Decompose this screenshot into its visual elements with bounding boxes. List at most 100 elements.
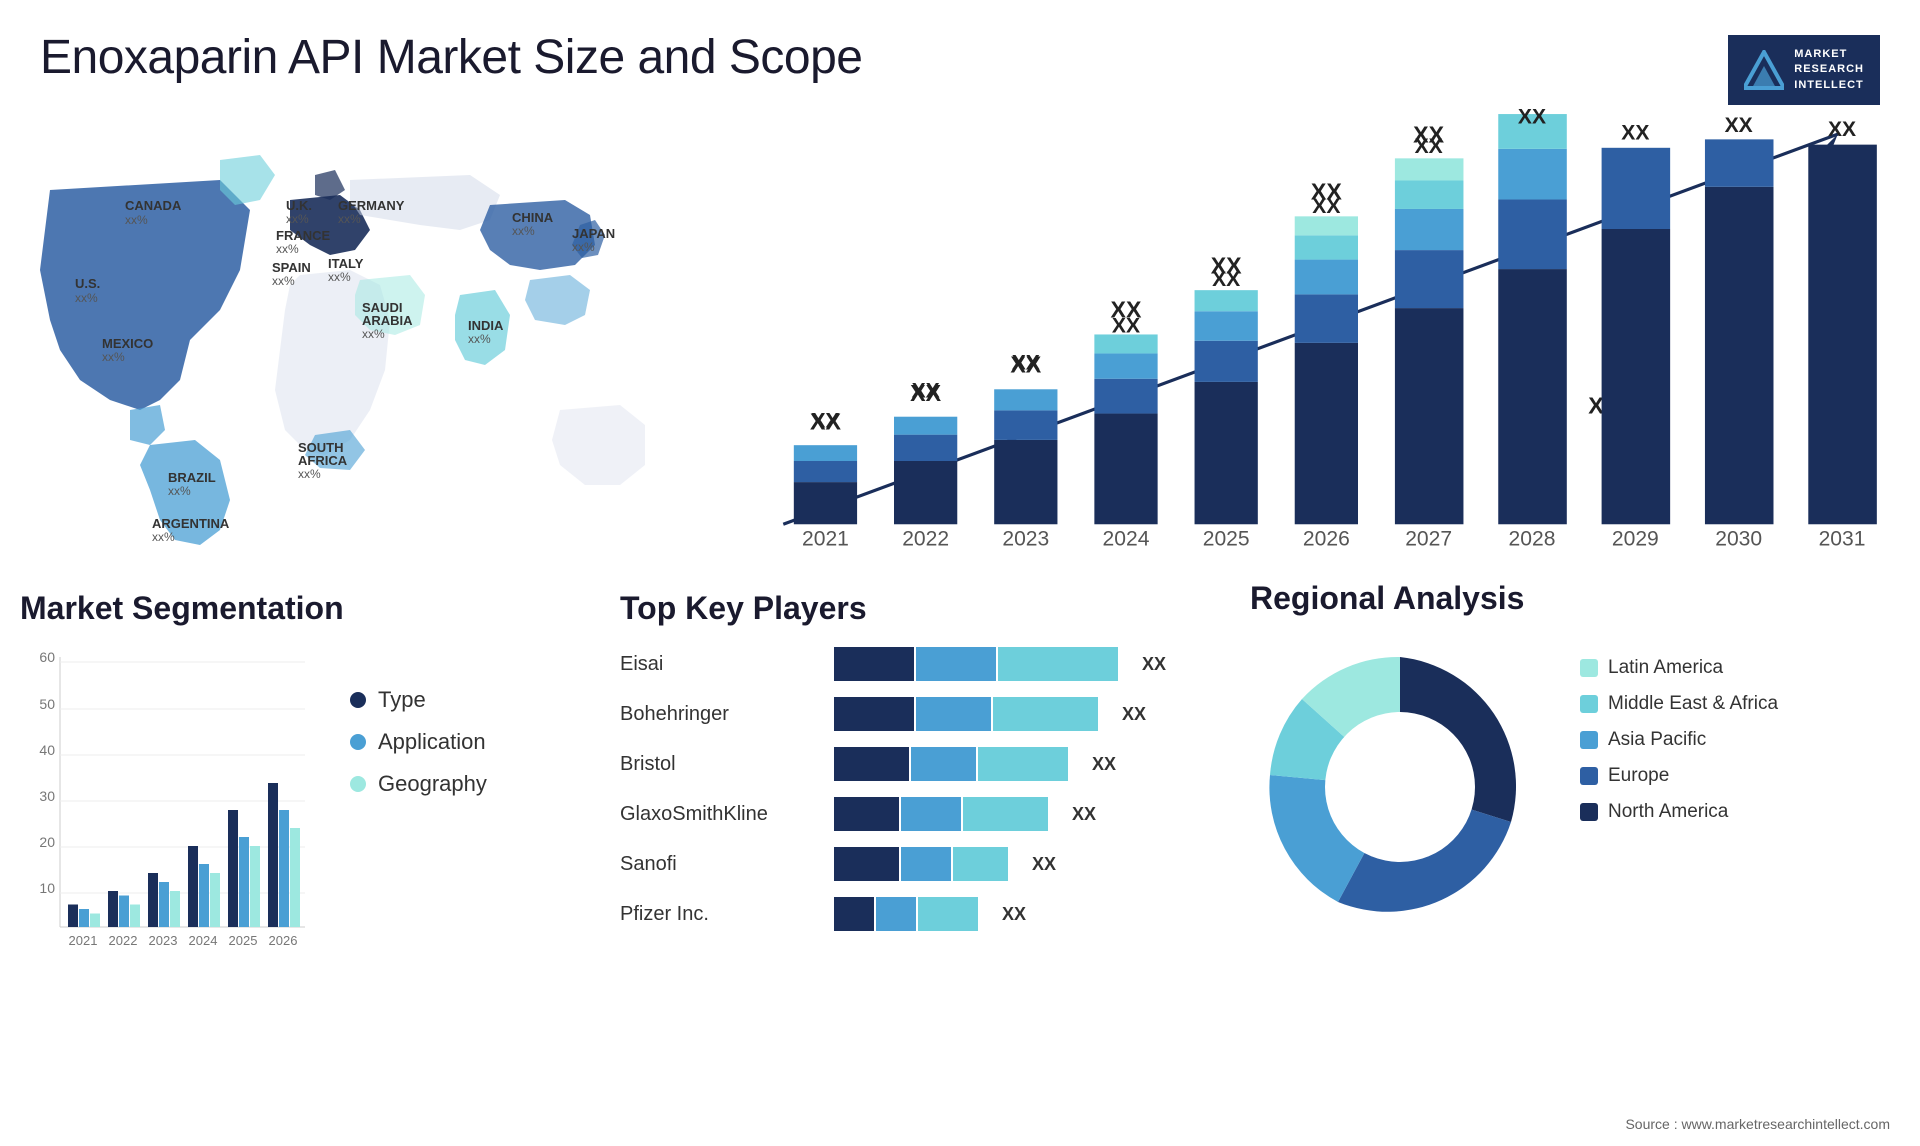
bar-seg-1 [834, 747, 909, 781]
svg-text:2027: 2027 [1405, 527, 1452, 550]
world-map-svg: CANADA xx% U.S. xx% MEXICO xx% BRAZIL xx… [20, 120, 700, 550]
logo-area: MARKET RESEARCH INTELLECT [1680, 30, 1880, 110]
legend-color-europe [1580, 767, 1598, 785]
bar-chart-section: XX 2021 XX 2022 XX 2023 XX 2024 XX 2025 [720, 100, 1880, 590]
legend-label-asia: Asia Pacific [1608, 729, 1706, 751]
regional-analysis-section: Regional Analysis [1250, 580, 1910, 1140]
svg-text:xx%: xx% [272, 274, 295, 288]
player-name-bohehringer: Bohehringer [620, 703, 820, 726]
player-name-bristol: Bristol [620, 753, 820, 776]
bar-seg-2 [876, 897, 916, 931]
svg-text:SPAIN: SPAIN [272, 260, 311, 275]
svg-text:xx%: xx% [468, 332, 491, 346]
player-row-bohehringer: Bohehringer XX [620, 697, 1200, 731]
svg-text:XX: XX [1212, 268, 1240, 291]
legend-color-mea [1580, 695, 1598, 713]
bar-seg-1 [834, 847, 899, 881]
segmentation-chart-container: 60 50 40 30 20 10 2021 [20, 647, 580, 987]
bar-seg-1 [834, 647, 914, 681]
player-bar-eisai [834, 647, 1118, 681]
svg-text:xx%: xx% [276, 242, 299, 256]
legend-geography-dot [350, 776, 366, 792]
bar-seg-1 [834, 897, 874, 931]
svg-text:XX: XX [1725, 114, 1753, 137]
player-bar-bristol [834, 747, 1068, 781]
svg-text:JAPAN: JAPAN [572, 226, 615, 241]
svg-text:xx%: xx% [286, 212, 309, 226]
svg-text:ARGENTINA: ARGENTINA [152, 516, 230, 531]
svg-text:50: 50 [39, 696, 55, 712]
svg-text:xx%: xx% [512, 224, 535, 238]
svg-text:MEXICO: MEXICO [102, 336, 153, 351]
player-label-bohehringer: XX [1122, 704, 1146, 725]
logo-text: MARKET RESEARCH INTELLECT [1794, 47, 1864, 93]
svg-text:2029: 2029 [1612, 527, 1659, 550]
svg-text:2022: 2022 [902, 527, 949, 550]
segmentation-title: Market Segmentation [20, 590, 580, 627]
segmentation-legend: Type Application Geography [350, 687, 487, 797]
svg-text:xx%: xx% [125, 213, 148, 227]
legend-label-mea: Middle East & Africa [1608, 693, 1778, 715]
svg-text:AFRICA: AFRICA [298, 453, 348, 468]
svg-text:xx%: xx% [102, 350, 125, 364]
bar-seg-3 [978, 747, 1068, 781]
market-segmentation-section: Market Segmentation 60 50 40 30 20 10 [20, 590, 580, 1130]
svg-text:2024: 2024 [189, 933, 218, 948]
svg-text:U.S.: U.S. [75, 276, 100, 291]
svg-text:xx%: xx% [572, 240, 595, 254]
svg-text:2026: 2026 [1303, 527, 1350, 550]
player-label-glaxo: XX [1072, 804, 1096, 825]
legend-label-na: North America [1608, 801, 1728, 823]
legend-geography-label: Geography [378, 771, 487, 797]
source-text: Source : www.marketresearchintellect.com [1625, 1116, 1890, 1132]
svg-text:2030: 2030 [1715, 527, 1762, 550]
svg-text:xx%: xx% [338, 212, 361, 226]
svg-text:2023: 2023 [1002, 527, 1049, 550]
regional-legend: Latin America Middle East & Africa Asia … [1580, 657, 1778, 823]
svg-text:2031: 2031 [1819, 527, 1866, 550]
header: Enoxaparin API Market Size and Scope MAR… [40, 30, 1880, 110]
player-name-eisai: Eisai [620, 653, 820, 676]
svg-text:XX: XX [811, 409, 839, 432]
regional-title: Regional Analysis [1250, 580, 1910, 617]
legend-type-dot [350, 692, 366, 708]
player-name-glaxo: GlaxoSmithKline [620, 803, 820, 826]
legend-application: Application [350, 729, 487, 755]
legend-type: Type [350, 687, 487, 713]
svg-text:FRANCE: FRANCE [276, 228, 330, 243]
svg-text:20: 20 [39, 834, 55, 850]
key-players-title: Top Key Players [620, 590, 1200, 627]
page-title: Enoxaparin API Market Size and Scope [40, 30, 863, 85]
donut-chart [1250, 637, 1550, 937]
svg-text:XX: XX [1312, 195, 1340, 218]
legend-latin-america: Latin America [1580, 657, 1778, 679]
svg-text:INDIA: INDIA [468, 318, 504, 333]
svg-text:xx%: xx% [75, 291, 98, 305]
logo-icon [1744, 50, 1784, 90]
player-label-eisai: XX [1142, 654, 1166, 675]
svg-text:2025: 2025 [1203, 527, 1250, 550]
svg-text:CHINA: CHINA [512, 210, 554, 225]
svg-text:XX: XX [912, 380, 940, 403]
legend-label-europe: Europe [1608, 765, 1669, 787]
svg-text:XX: XX [1012, 351, 1040, 374]
svg-text:40: 40 [39, 742, 55, 758]
player-label-sanofi: XX [1032, 854, 1056, 875]
svg-text:xx%: xx% [152, 530, 175, 544]
player-bar-bohehringer [834, 697, 1098, 731]
svg-text:XX: XX [1828, 118, 1856, 141]
bar-seg-1 [834, 697, 914, 731]
bar-seg-2 [916, 697, 991, 731]
player-bar-pfizer [834, 897, 978, 931]
player-bar-glaxo [834, 797, 1048, 831]
key-players-section: Top Key Players Eisai XX Bohehringer XX … [620, 590, 1200, 1130]
player-row-sanofi: Sanofi XX [620, 847, 1200, 881]
svg-text:2023: 2023 [149, 933, 178, 948]
player-row-glaxo: GlaxoSmithKline XX [620, 797, 1200, 831]
legend-color-asia [1580, 731, 1598, 749]
bar-seg-3 [918, 897, 978, 931]
svg-text:ARABIA: ARABIA [362, 313, 413, 328]
bar-seg-2 [916, 647, 996, 681]
player-row-eisai: Eisai XX [620, 647, 1200, 681]
legend-mea: Middle East & Africa [1580, 693, 1778, 715]
